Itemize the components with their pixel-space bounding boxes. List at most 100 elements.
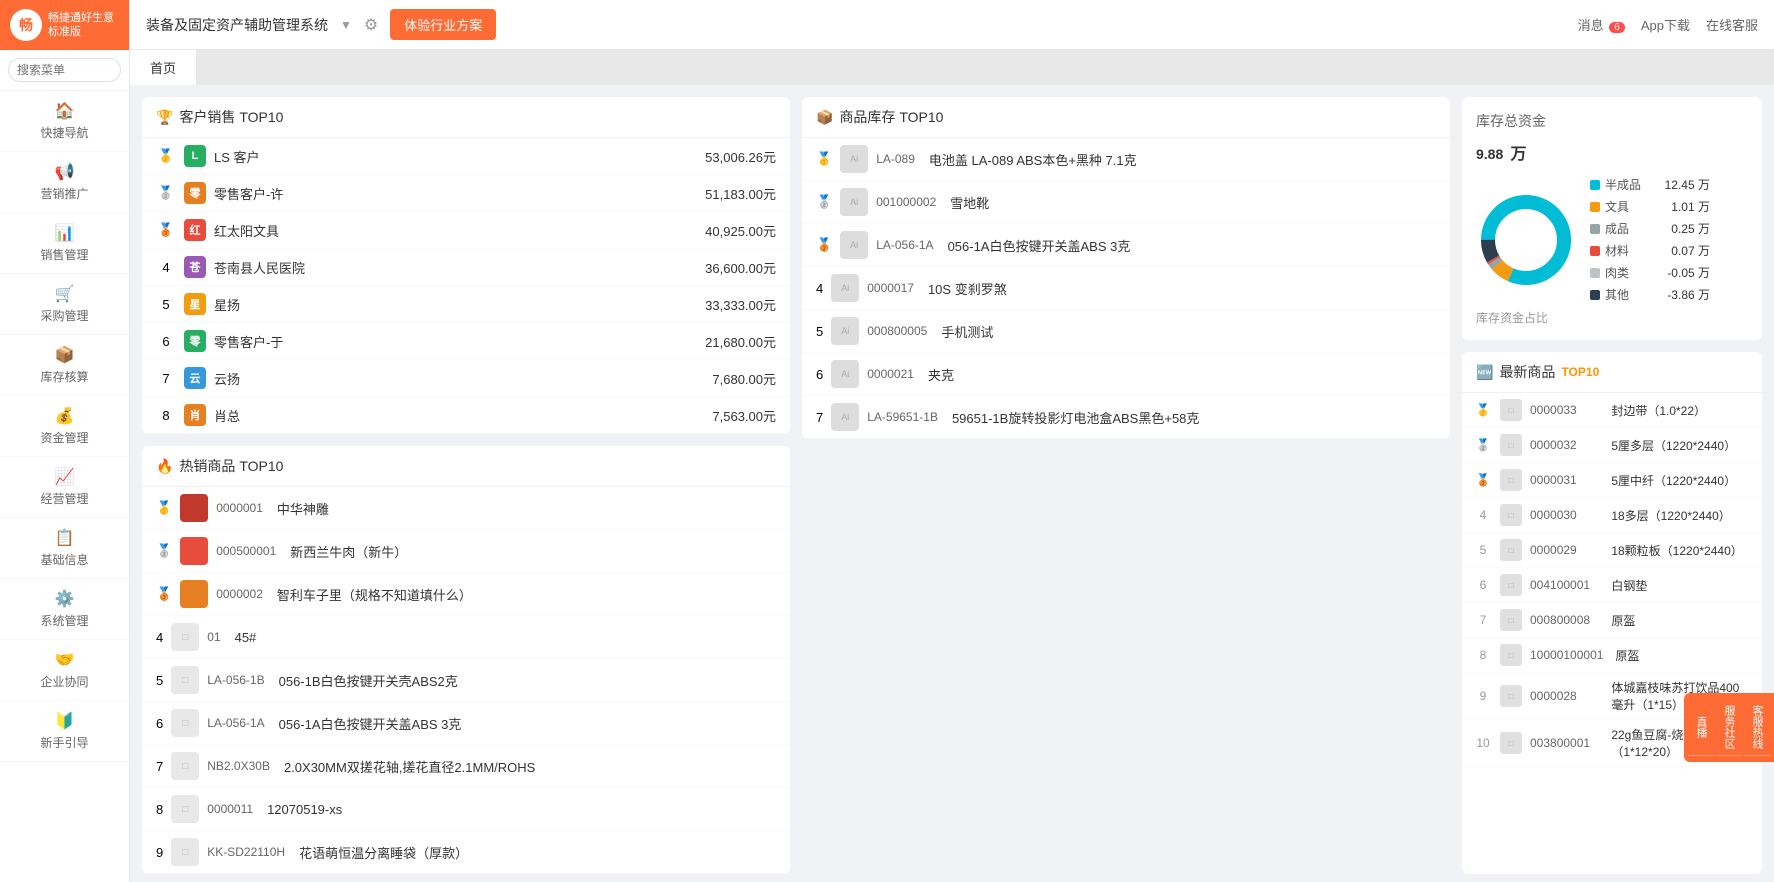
- nav-icon: 🤝: [55, 650, 75, 670]
- product-code: 0000002: [216, 587, 263, 601]
- product-name: 中华神雕: [277, 499, 329, 518]
- message-badge: 6: [1609, 22, 1625, 33]
- inv-rank: 7: [816, 410, 823, 425]
- message-area[interactable]: 消息 6: [1578, 15, 1625, 34]
- product-image: □: [171, 666, 199, 694]
- np-code: 0000030: [1530, 508, 1599, 522]
- nav-label: 快捷导航: [40, 124, 88, 141]
- online-service[interactable]: 在线客服: [1706, 15, 1758, 34]
- legend-label: 其他: [1605, 286, 1662, 303]
- np-name: 原盔: [1615, 647, 1750, 664]
- product-code: KK-SD22110H: [207, 845, 285, 859]
- product-name: 056-1B白色按键开关壳ABS2克: [279, 671, 458, 690]
- customer-badge: 零: [184, 182, 206, 204]
- np-rank: 6: [1474, 578, 1492, 592]
- sidebar-item[interactable]: 📦 库存核算: [0, 335, 129, 396]
- np-rank: 🥇: [1474, 403, 1492, 417]
- inventory-legend: 半成品 12.45 万 文具 1.01 万 成品 0.25 万 材料 0.07 …: [1590, 176, 1710, 303]
- product-rank: 9: [156, 845, 163, 860]
- nav-icon: 📊: [55, 223, 75, 243]
- list-item: 6 Ai 0000021 夹克: [802, 353, 1450, 396]
- medal-icon: 7: [156, 371, 176, 386]
- inv-code: 0000021: [867, 367, 914, 381]
- sidebar-item[interactable]: 🛒 采购管理: [0, 274, 129, 335]
- inventory-rank-list: 🥇 Ai LA-089 电池盖 LA-089 ABS本色+黑种 7.1克 🥈 A…: [802, 138, 1450, 439]
- table-row: 4 苍 苍南县人民医院 36,600.00元: [142, 249, 790, 286]
- customer-rank-panel: 🏆 客户销售 TOP10 🥇 L LS 客户 53,006.26元 🥈 零 零售…: [142, 97, 790, 434]
- sidebar-item[interactable]: 🏠 快捷导航: [0, 91, 129, 152]
- np-code: 000800008: [1530, 613, 1599, 627]
- list-item: 8 □ 0000011 12070519-xs: [142, 788, 790, 831]
- inv-code: LA-056-1A: [876, 238, 933, 252]
- product-rank: 4: [156, 630, 163, 645]
- float-button[interactable]: 客服热线: [1744, 699, 1770, 756]
- customer-rank-list: 🥇 L LS 客户 53,006.26元 🥈 零 零售客户-许 51,183.0…: [142, 138, 790, 434]
- try-solution-button[interactable]: 体验行业方案: [390, 9, 496, 40]
- list-item: 7 Ai LA-59651-1B 59651-1B旋转投影灯电池盒ABS黑色+5…: [802, 396, 1450, 439]
- inventory-rank-panel: 📦 商品库存 TOP10 🥇 Ai LA-089 电池盖 LA-089 ABS本…: [802, 97, 1450, 439]
- inv-image: Ai: [840, 188, 868, 216]
- sidebar-item[interactable]: 🔰 新手引导: [0, 701, 129, 762]
- sidebar-item[interactable]: ⚙️ 系统管理: [0, 579, 129, 640]
- float-button[interactable]: 直播: [1688, 699, 1714, 756]
- message-label: 消息: [1578, 18, 1604, 33]
- np-rank: 10: [1474, 736, 1492, 750]
- gear-icon[interactable]: ⚙: [364, 15, 378, 35]
- dropdown-icon[interactable]: ▼: [340, 18, 352, 32]
- np-image: □: [1500, 685, 1522, 707]
- inventory-footer: 库存资金占比: [1476, 309, 1748, 326]
- nav-label: 库存核算: [40, 368, 88, 385]
- nav-icon: 📋: [55, 528, 75, 548]
- nav-icon: 🛒: [55, 284, 75, 304]
- header-title: 装备及固定资产辅助管理系统: [146, 15, 328, 35]
- np-code: 0000029: [1530, 543, 1599, 557]
- customer-badge: 红: [184, 219, 206, 241]
- new-products-top10: TOP10: [1561, 365, 1599, 379]
- sidebar-item[interactable]: 📋 基础信息: [0, 518, 129, 579]
- np-code: 0000028: [1530, 689, 1599, 703]
- app-download[interactable]: App下载: [1641, 15, 1690, 34]
- tab-item[interactable]: 首页: [130, 50, 196, 85]
- legend-dot: [1590, 180, 1600, 190]
- medal-icon: 4: [156, 260, 176, 275]
- legend-label: 文具: [1605, 198, 1666, 215]
- hot-sales-list: 🥇 0000001 中华神雕 🥈 000500001 新西兰牛肉（新牛） 🥉 0…: [142, 487, 790, 874]
- legend-item: 成品 0.25 万: [1590, 220, 1710, 237]
- medal-icon: 6: [156, 334, 176, 349]
- sidebar-item[interactable]: 🤝 企业协同: [0, 640, 129, 701]
- inventory-amount: 9.88 万: [1476, 135, 1748, 166]
- inv-code: 000800005: [867, 324, 927, 338]
- legend-value: 1.01 万: [1671, 198, 1710, 215]
- table-row: 5 星 星扬 33,333.00元: [142, 286, 790, 323]
- search-input[interactable]: [8, 58, 121, 82]
- nav-label: 资金管理: [40, 429, 88, 446]
- list-item: 8 □ 10000100001 原盔: [1462, 638, 1762, 673]
- inv-rank: 🥇: [816, 151, 832, 167]
- list-item: 🥉 □ 0000031 5厘中纤（1220*2440）: [1462, 463, 1762, 498]
- sidebar-item[interactable]: 📢 营销推广: [0, 152, 129, 213]
- medal-icon: 🥇: [156, 148, 176, 164]
- product-image: □: [171, 752, 199, 780]
- nav-icon: 💰: [55, 406, 75, 426]
- nav-icon: 🏠: [55, 101, 75, 121]
- inv-code: LA-089: [876, 152, 915, 166]
- inv-rank: 6: [816, 367, 823, 382]
- legend-item: 文具 1.01 万: [1590, 198, 1710, 215]
- legend-item: 肉类 -0.05 万: [1590, 264, 1710, 281]
- sidebar-item[interactable]: 📊 销售管理: [0, 213, 129, 274]
- sidebar-item[interactable]: 📈 经营管理: [0, 457, 129, 518]
- nav-label: 经营管理: [40, 490, 88, 507]
- sidebar-item[interactable]: 💰 资金管理: [0, 396, 129, 457]
- legend-dot: [1590, 268, 1600, 278]
- np-code: 10000100001: [1530, 648, 1603, 662]
- inv-code: 0000017: [867, 281, 914, 295]
- list-item: 🥈 000500001 新西兰牛肉（新牛）: [142, 530, 790, 573]
- np-image: □: [1500, 574, 1522, 596]
- legend-dot: [1590, 202, 1600, 212]
- np-code: 0000033: [1530, 403, 1599, 417]
- float-button[interactable]: 服务社区: [1716, 699, 1742, 756]
- np-name: 白钢垫: [1611, 577, 1750, 594]
- product-image: [180, 580, 208, 608]
- tab-bar: 首页: [130, 50, 1774, 85]
- customer-badge: 肖: [184, 404, 206, 426]
